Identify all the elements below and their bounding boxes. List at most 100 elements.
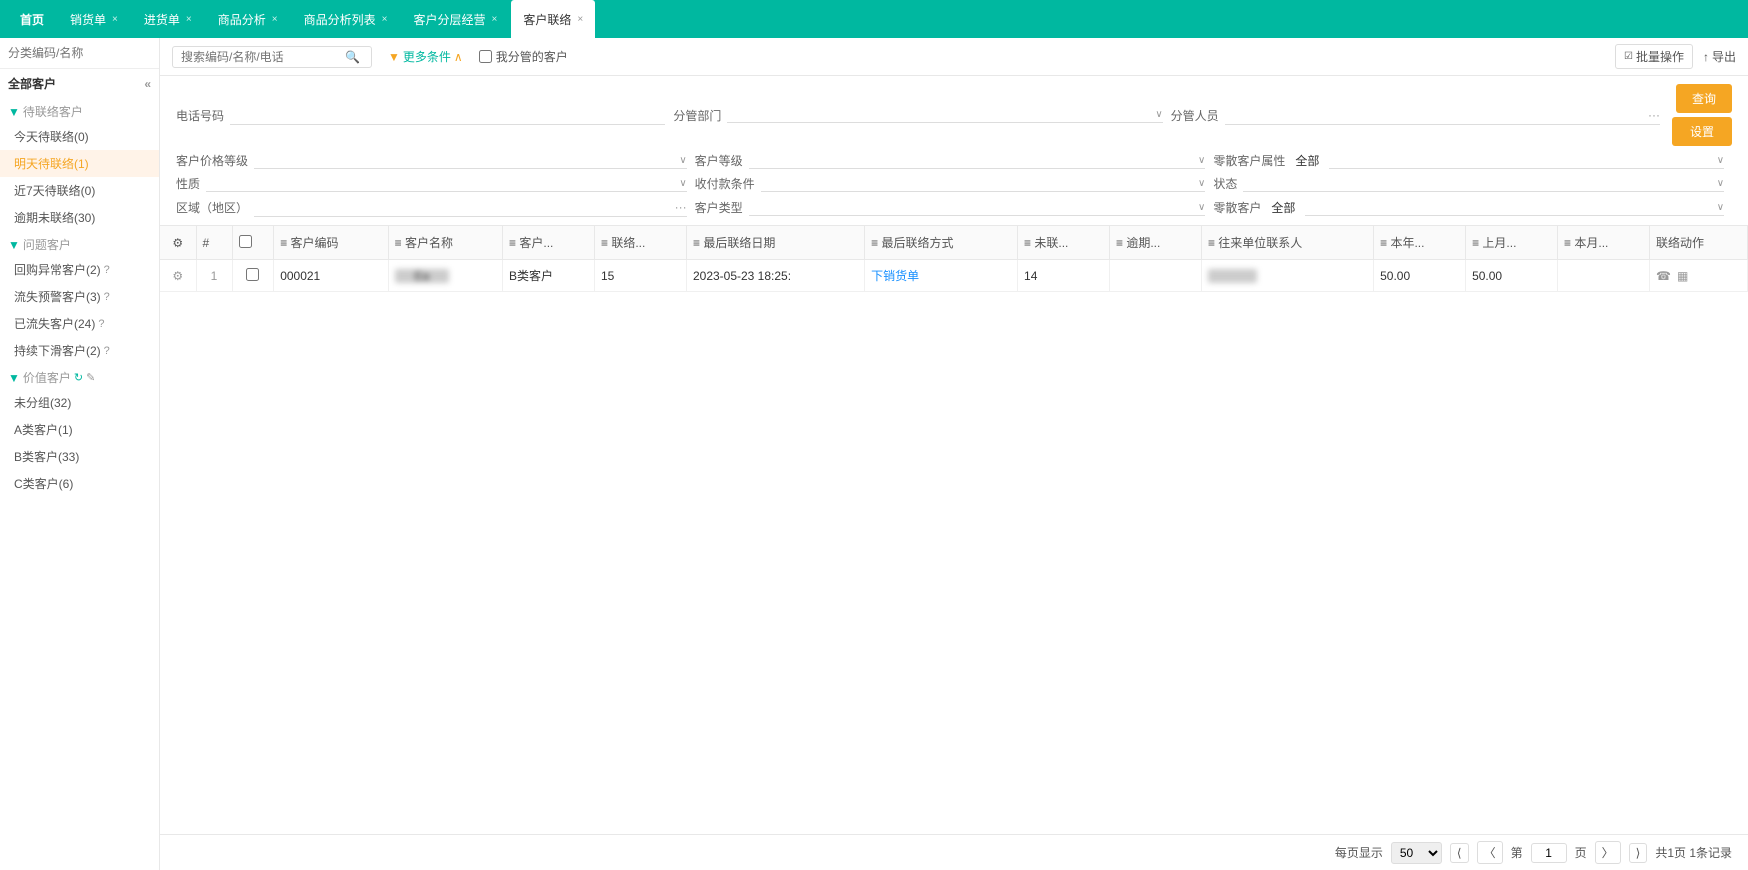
row-gear[interactable]: ⚙ [160,260,196,292]
row-last-contact-date: 2023-05-23 18:25: [686,260,864,292]
dept-select[interactable]: ∨ [727,107,1162,123]
gender-select[interactable]: ∨ [206,176,687,192]
sidebar-item-churn-warning[interactable]: 流失预警客户(3) ? [0,283,159,310]
col-last-contact-method-header: ≡ 最后联络方式 [865,226,1018,260]
nav-item-customer-tier[interactable]: 客户分层经营 × [401,0,509,38]
customer-level-select[interactable]: ∨ [749,153,1206,169]
action-icon-2[interactable]: ▦ [1677,269,1688,283]
prev-page-btn[interactable]: 〈 [1477,841,1503,864]
row-this-year: 50.00 [1374,260,1466,292]
phone-input[interactable] [230,106,665,125]
col-name-header: ≡ 客户名称 [388,226,502,260]
sidebar-item-ungrouped[interactable]: 未分组(32) [0,389,159,416]
row-name: Ea [388,260,502,292]
row-type: B类客户 [503,260,595,292]
close-icon[interactable]: × [491,14,497,25]
sidebar-item-a-class[interactable]: A类客户(1) [0,416,159,443]
close-icon[interactable]: × [272,14,278,25]
select-all-checkbox[interactable] [239,235,252,248]
top-nav: 首页 销货单 × 进货单 × 商品分析 × 商品分析列表 × 客户分层经营 × … [0,0,1748,38]
filter-phone: 电话号码 [176,106,673,125]
close-icon[interactable]: × [112,14,118,25]
close-icon[interactable]: × [577,14,583,25]
next-page-btn[interactable]: 〉 [1595,841,1621,864]
col-action-header: 联络动作 [1650,226,1748,260]
area-select[interactable]: ··· [254,198,687,217]
col-last-month-header: ≡ 上月... [1466,226,1558,260]
customer-table: ⚙ # ≡ 客户编码 ≡ 客户名称 ≡ 客户... ≡ 联络... ≡ 最后联络… [160,226,1748,292]
content-area: 🔍 ▼ 更多条件 ∧ 我分管的客户 ☑ 批量操作 ↑ 导出 [160,38,1748,870]
sidebar-item-b-class[interactable]: B类客户(33) [0,443,159,470]
sidebar-item-declining[interactable]: 持续下滑客户(2) ? [0,337,159,364]
search-icon[interactable]: 🔍 [345,50,360,64]
sidebar-item-churned[interactable]: 已流失客户(24) ? [0,310,159,337]
nav-item-goods-analysis-list[interactable]: 商品分析列表 × [292,0,400,38]
sidebar-item-repurchase-abnormal[interactable]: 回购异常客户(2) ? [0,256,159,283]
page-prefix-label: 第 [1511,844,1523,861]
last-page-btn[interactable]: ⟩ [1629,843,1648,863]
sidebar-item-today-pending[interactable]: 今天待联络(0) [0,123,159,150]
main-search-input[interactable] [181,50,341,64]
col-checkbox-header [232,226,274,260]
sidebar-group-problem: ▼ 问题客户 [0,231,159,256]
price-level-select[interactable]: ∨ [254,153,687,169]
chevron-left-icon: « [144,77,151,91]
sidebar-item-tomorrow-pending[interactable]: 明天待联络(1) [0,150,159,177]
col-gear-header: ⚙ [160,226,196,260]
close-icon[interactable]: × [186,14,192,25]
total-records-label: 共1页 1条记录 [1655,844,1732,861]
col-contacts-header: ≡ 联络... [595,226,687,260]
sidebar-all-customers[interactable]: 全部客户 « [0,69,159,98]
filter-dept: 分管部门 ∨ [673,107,1170,124]
export-icon: ↑ [1703,50,1709,64]
filter-row-4: 区域（地区） ··· 客户类型 ∨ 零散客户 全部 ∨ [176,198,1732,217]
col-unit-contact-header: ≡ 往来单位联系人 [1201,226,1373,260]
payment-select[interactable]: ∨ [761,176,1206,192]
close-icon[interactable]: × [382,14,388,25]
batch-operation-btn[interactable]: ☑ 批量操作 [1615,44,1693,69]
retail-customer-select[interactable]: ∨ [1305,200,1724,216]
row-contacts: 15 [595,260,687,292]
col-index-header: # [196,226,232,260]
nav-item-sales[interactable]: 销货单 × [58,0,130,38]
row-action[interactable]: ☎▦ [1650,260,1748,292]
filter-row-2: 客户价格等级 ∨ 客户等级 ∨ 零散客户属性 全部 ∨ [176,152,1732,169]
filter-retail-attr: 零散客户属性 全部 ∨ [1213,152,1732,169]
row-code: 000021 [274,260,388,292]
customer-type-select[interactable]: ∨ [749,200,1206,216]
row-this-month [1558,260,1650,292]
sidebar-item-c-class[interactable]: C类客户(6) [0,470,159,497]
pagination-bar: 每页显示 50 100 200 ⟨ 〈 第 1 页 〉 ⟩ 共1页 1条记录 [160,834,1748,870]
per-page-select[interactable]: 50 100 200 [1391,842,1442,864]
nav-item-home[interactable]: 首页 [8,0,56,38]
person-select[interactable]: ··· [1225,106,1660,125]
row-last-contact-method[interactable]: 下销货单 [865,260,1018,292]
page-number-input[interactable]: 1 [1531,843,1567,863]
nav-item-purchase[interactable]: 进货单 × [132,0,204,38]
col-not-contacted-header: ≡ 未联... [1018,226,1110,260]
filter-row-1: 电话号码 分管部门 ∨ 分管人员 ··· 查询 设置 [176,84,1732,146]
filter-customer-type: 客户类型 ∨ [695,199,1214,216]
my-customers-wrap: 我分管的客户 [479,48,568,65]
my-customers-checkbox[interactable] [479,50,492,63]
sidebar-item-overdue-pending[interactable]: 逾期未联络(30) [0,204,159,231]
first-page-btn[interactable]: ⟨ [1450,843,1469,863]
retail-attr-select[interactable]: ∨ [1329,153,1724,169]
filter-retail-customer: 零散客户 全部 ∨ [1213,199,1732,216]
action-icon-1[interactable]: ☎ [1656,269,1671,283]
sidebar-group-value: ▼ 价值客户 ↻ ✎ [0,364,159,389]
query-button[interactable]: 查询 [1676,84,1732,113]
row-checkbox[interactable] [232,260,274,292]
more-conditions-btn[interactable]: ▼ 更多条件 ∧ [380,45,471,68]
sidebar-search-input[interactable] [8,46,160,60]
nav-item-customer-contact[interactable]: 客户联络 × [511,0,595,38]
col-this-month-header: ≡ 本月... [1558,226,1650,260]
col-type-header: ≡ 客户... [503,226,595,260]
filter-payment: 收付款条件 ∨ [695,175,1214,192]
settings-button[interactable]: 设置 [1672,117,1732,146]
status-select[interactable]: ∨ [1243,176,1724,192]
export-btn[interactable]: ↑ 导出 [1703,48,1736,65]
nav-item-goods-analysis[interactable]: 商品分析 × [206,0,290,38]
table-row: ⚙ 1 000021 Ea B类客户 15 2023-05-23 18:25: … [160,260,1748,292]
sidebar-item-7days-pending[interactable]: 近7天待联络(0) [0,177,159,204]
